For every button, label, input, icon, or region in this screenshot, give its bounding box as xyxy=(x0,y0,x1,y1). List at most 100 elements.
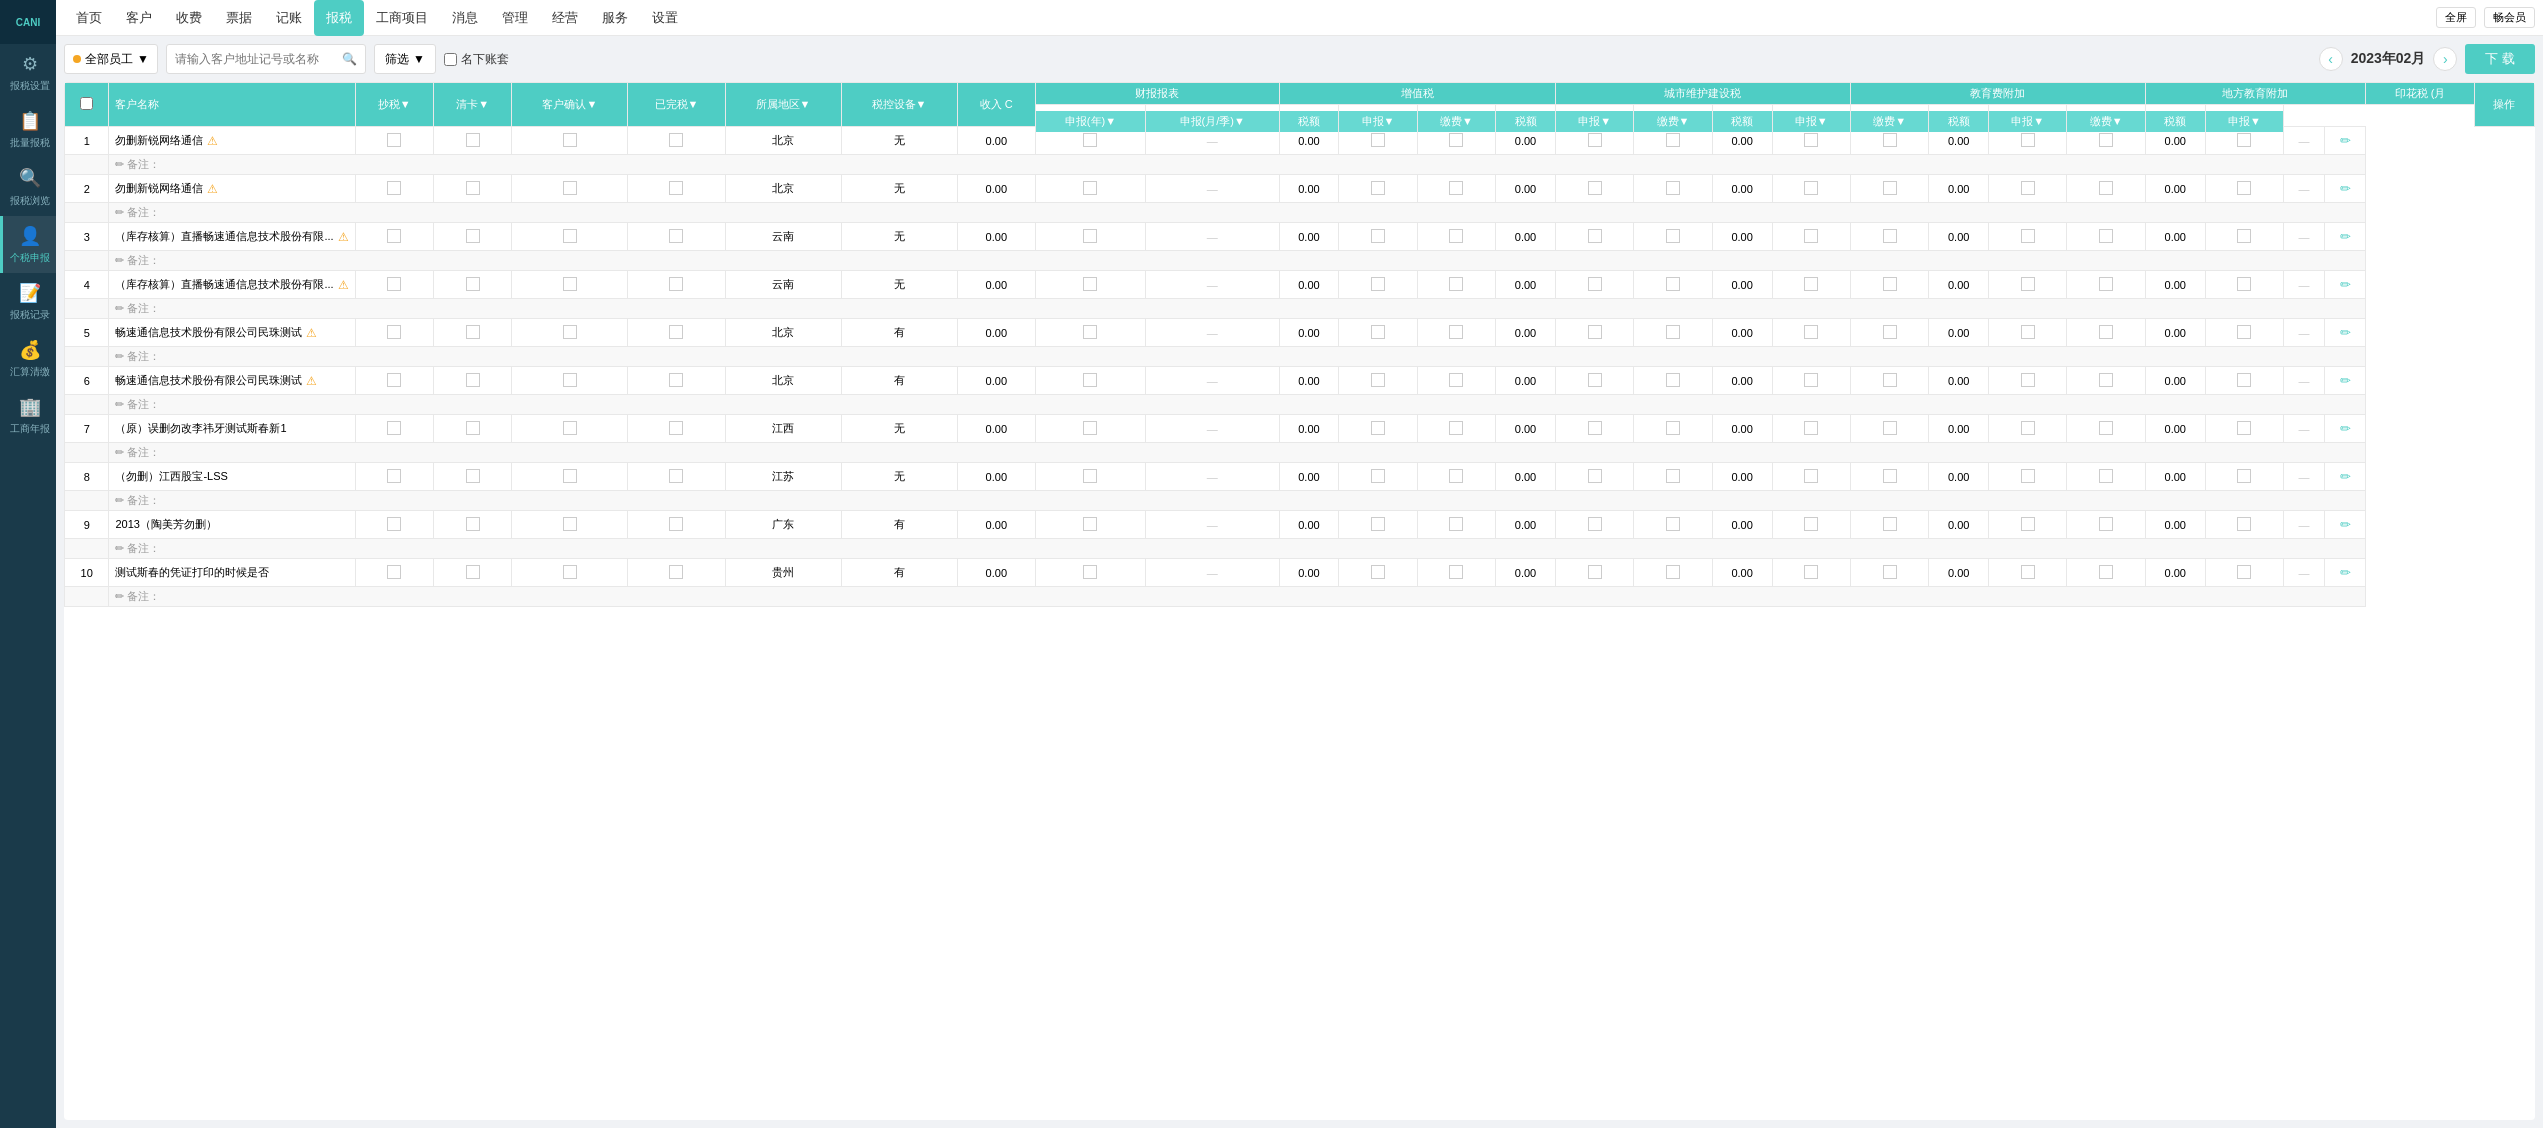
row-vat-declare[interactable] xyxy=(1339,175,1417,203)
row-local-declare[interactable] xyxy=(1989,367,2067,395)
edit-icon[interactable]: ✏ xyxy=(2340,469,2351,484)
row-report-month[interactable]: — xyxy=(1145,559,1279,587)
row-vat-declare[interactable] xyxy=(1339,415,1417,443)
row-paid[interactable] xyxy=(628,223,725,251)
row-chaoshui[interactable] xyxy=(355,271,433,299)
row-chaoshui[interactable] xyxy=(355,367,433,395)
row-local-pay[interactable] xyxy=(2067,223,2145,251)
row-city-pay[interactable] xyxy=(1634,511,1712,539)
row-report-year[interactable] xyxy=(1036,559,1146,587)
row-paid[interactable] xyxy=(628,127,725,155)
sidebar-item-geshui[interactable]: 👤 个税申报 xyxy=(0,216,56,273)
row-vat-pay[interactable] xyxy=(1417,223,1495,251)
row-chaoshui[interactable] xyxy=(355,223,433,251)
remark-text[interactable]: ✏ 备注： xyxy=(109,251,2366,271)
row-vat-pay[interactable] xyxy=(1417,367,1495,395)
remark-text[interactable]: ✏ 备注： xyxy=(109,587,2366,607)
row-stamp-declare[interactable] xyxy=(2205,319,2283,347)
row-local-pay[interactable] xyxy=(2067,175,2145,203)
row-report-month[interactable]: — xyxy=(1145,271,1279,299)
sidebar-item-gongshangnianqbao[interactable]: 🏢 工商年报 xyxy=(0,387,56,444)
row-edu-pay[interactable] xyxy=(1850,559,1928,587)
row-vat-declare[interactable] xyxy=(1339,223,1417,251)
row-report-year[interactable] xyxy=(1036,319,1146,347)
row-report-month[interactable]: — xyxy=(1145,415,1279,443)
row-edit[interactable]: ✏ xyxy=(2325,223,2366,251)
employee-filter-select[interactable]: 全部员工 ▼ xyxy=(64,44,158,74)
remark-text[interactable]: ✏ 备注： xyxy=(109,395,2366,415)
row-qingka[interactable] xyxy=(433,415,511,443)
row-paid[interactable] xyxy=(628,511,725,539)
vip-button[interactable]: 畅会员 xyxy=(2484,7,2535,28)
row-edu-pay[interactable] xyxy=(1850,271,1928,299)
row-edu-declare[interactable] xyxy=(1772,367,1850,395)
row-city-pay[interactable] xyxy=(1634,463,1712,491)
row-vat-declare[interactable] xyxy=(1339,463,1417,491)
row-edu-declare[interactable] xyxy=(1772,223,1850,251)
row-qingka[interactable] xyxy=(433,271,511,299)
row-report-year[interactable] xyxy=(1036,271,1146,299)
row-city-pay[interactable] xyxy=(1634,223,1712,251)
row-report-month[interactable]: — xyxy=(1145,319,1279,347)
nav-business[interactable]: 工商项目 xyxy=(364,0,440,36)
row-qingka[interactable] xyxy=(433,223,511,251)
row-edu-declare[interactable] xyxy=(1772,319,1850,347)
row-paid[interactable] xyxy=(628,559,725,587)
row-local-declare[interactable] xyxy=(1989,319,2067,347)
row-edu-pay[interactable] xyxy=(1850,463,1928,491)
th-checkbox[interactable] xyxy=(65,83,109,127)
row-vat-pay[interactable] xyxy=(1417,415,1495,443)
row-city-declare[interactable] xyxy=(1555,511,1633,539)
row-qingka[interactable] xyxy=(433,127,511,155)
row-edit[interactable]: ✏ xyxy=(2325,319,2366,347)
row-vat-declare[interactable] xyxy=(1339,367,1417,395)
row-stamp-declare[interactable] xyxy=(2205,271,2283,299)
row-local-pay[interactable] xyxy=(2067,367,2145,395)
row-city-pay[interactable] xyxy=(1634,367,1712,395)
row-vat-pay[interactable] xyxy=(1417,175,1495,203)
row-edu-declare[interactable] xyxy=(1772,511,1850,539)
row-confirm[interactable] xyxy=(512,127,628,155)
row-edu-declare[interactable] xyxy=(1772,463,1850,491)
nav-fee[interactable]: 收费 xyxy=(164,0,214,36)
row-chaoshui[interactable] xyxy=(355,559,433,587)
edit-icon[interactable]: ✏ xyxy=(2340,325,2351,340)
row-stamp-declare[interactable] xyxy=(2205,223,2283,251)
prev-month-button[interactable]: ‹ xyxy=(2319,47,2343,71)
row-confirm[interactable] xyxy=(512,559,628,587)
row-city-pay[interactable] xyxy=(1634,559,1712,587)
row-confirm[interactable] xyxy=(512,271,628,299)
edit-icon[interactable]: ✏ xyxy=(2340,277,2351,292)
remark-text[interactable]: ✏ 备注： xyxy=(109,155,2366,175)
row-edu-pay[interactable] xyxy=(1850,319,1928,347)
row-local-declare[interactable] xyxy=(1989,415,2067,443)
row-edu-pay[interactable] xyxy=(1850,223,1928,251)
nav-invoice[interactable]: 票据 xyxy=(214,0,264,36)
row-paid[interactable] xyxy=(628,463,725,491)
row-stamp-declare[interactable] xyxy=(2205,511,2283,539)
nav-manage[interactable]: 管理 xyxy=(490,0,540,36)
row-vat-pay[interactable] xyxy=(1417,559,1495,587)
row-city-pay[interactable] xyxy=(1634,271,1712,299)
row-stamp-declare[interactable] xyxy=(2205,415,2283,443)
nav-message[interactable]: 消息 xyxy=(440,0,490,36)
remark-text[interactable]: ✏ 备注： xyxy=(109,491,2366,511)
search-input[interactable] xyxy=(175,52,338,66)
row-confirm[interactable] xyxy=(512,511,628,539)
row-chaoshui[interactable] xyxy=(355,319,433,347)
remark-text[interactable]: ✏ 备注： xyxy=(109,443,2366,463)
row-report-year[interactable] xyxy=(1036,175,1146,203)
row-confirm[interactable] xyxy=(512,319,628,347)
row-local-pay[interactable] xyxy=(2067,319,2145,347)
row-paid[interactable] xyxy=(628,319,725,347)
nav-settings[interactable]: 设置 xyxy=(640,0,690,36)
row-edu-declare[interactable] xyxy=(1772,175,1850,203)
row-vat-pay[interactable] xyxy=(1417,319,1495,347)
row-local-declare[interactable] xyxy=(1989,175,2067,203)
row-city-declare[interactable] xyxy=(1555,367,1633,395)
row-edu-pay[interactable] xyxy=(1850,175,1928,203)
row-vat-declare[interactable] xyxy=(1339,511,1417,539)
row-report-month[interactable]: — xyxy=(1145,175,1279,203)
row-stamp-declare[interactable] xyxy=(2205,367,2283,395)
nav-bookkeeping[interactable]: 记账 xyxy=(264,0,314,36)
